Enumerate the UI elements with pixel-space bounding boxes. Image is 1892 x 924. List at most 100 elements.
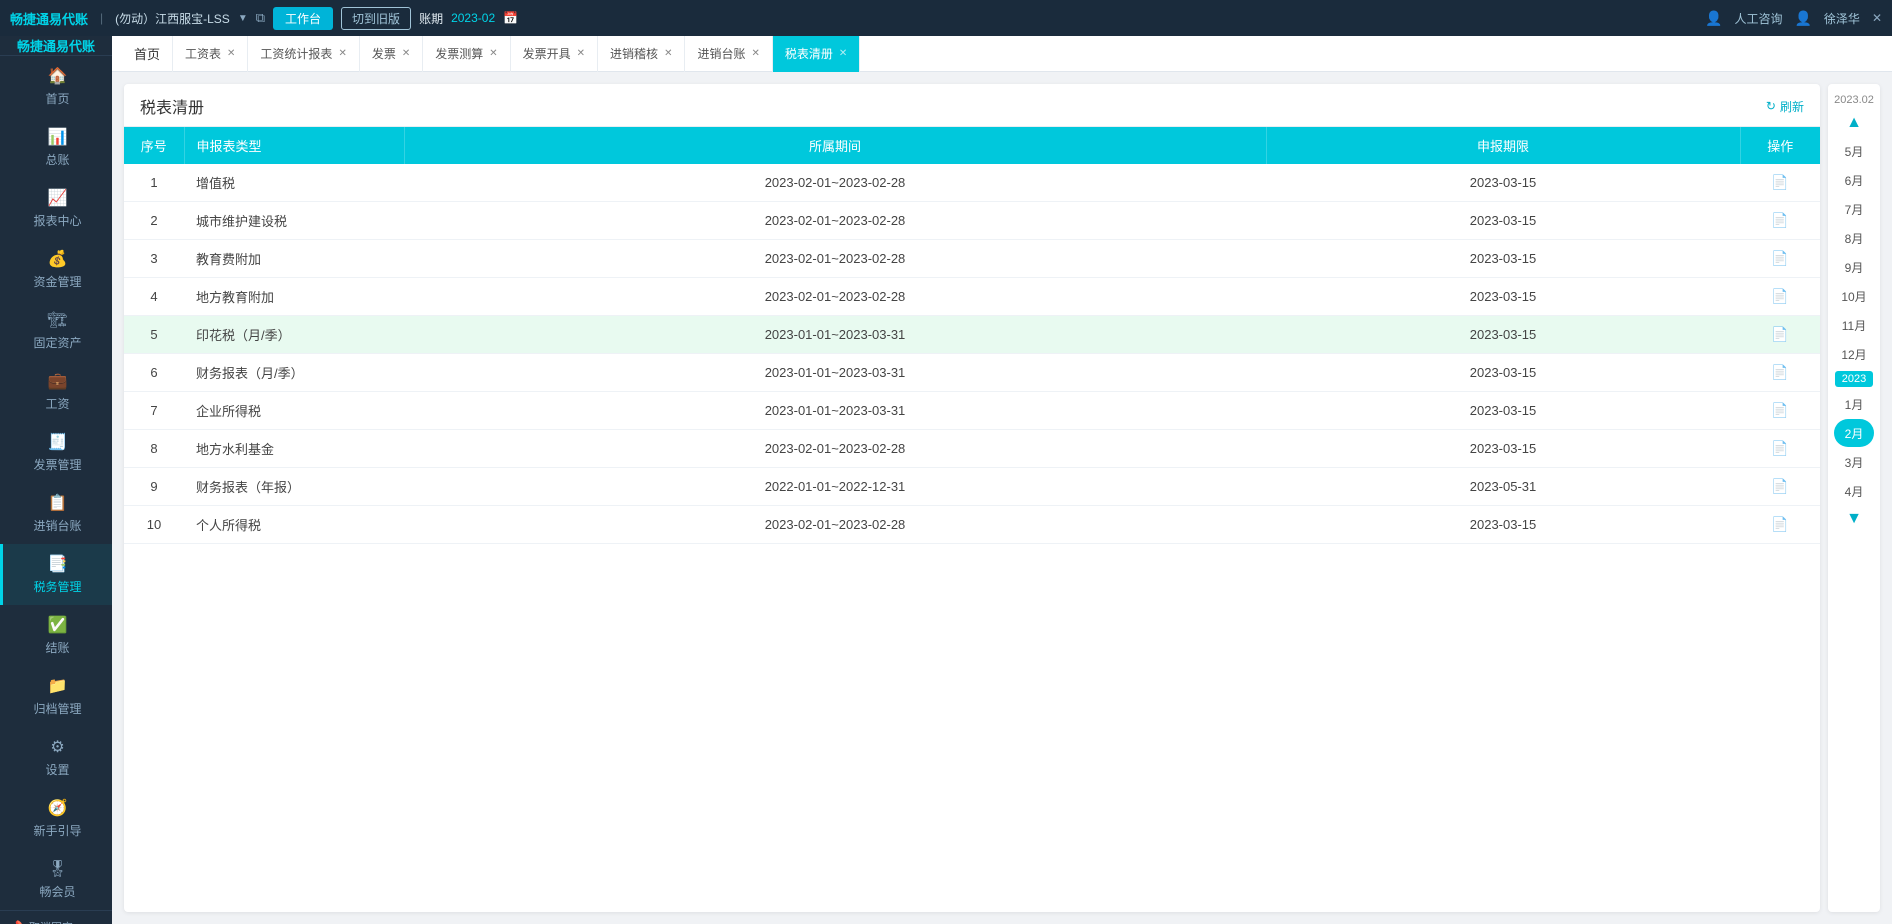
tab-salary-report[interactable]: 工资统计报表 ✕ — [248, 36, 359, 72]
dropdown-icon[interactable]: ▼ — [238, 13, 248, 24]
calendar-icon[interactable]: 📅 — [503, 11, 518, 25]
cell-deadline: 2023-03-15 — [1266, 506, 1740, 544]
cell-period: 2023-02-01~2023-02-28 — [404, 202, 1266, 240]
tab-tax-return-close[interactable]: ✕ — [839, 48, 847, 59]
archive-icon: 📁 — [48, 676, 68, 696]
month-item[interactable]: 4月 — [1834, 477, 1874, 505]
table-row: 3 教育费附加 2023-02-01~2023-02-28 2023-03-15… — [124, 240, 1820, 278]
sidebar-item-archive[interactable]: 📁 归档管理 — [0, 666, 112, 727]
tab-invoice-calc-close[interactable]: ✕ — [489, 48, 497, 59]
settle-icon: ✅ — [48, 615, 68, 635]
month-item[interactable]: 6月 — [1834, 166, 1874, 194]
sidebar-item-guide[interactable]: 🧭 新手引导 — [0, 788, 112, 849]
tab-invoice-calc[interactable]: 发票测算 ✕ — [423, 36, 510, 72]
tab-invoice-label: 发票 — [372, 45, 396, 62]
doc-icon[interactable]: 📄 — [1771, 174, 1788, 190]
table-row: 6 财务报表（月/季） 2023-01-01~2023-03-31 2023-0… — [124, 354, 1820, 392]
sidebar-item-salary[interactable]: 💼 工资 — [0, 361, 112, 422]
sidebar-label-fund: 资金管理 — [33, 273, 81, 290]
tab-invoice-open-close[interactable]: ✕ — [577, 48, 585, 59]
refresh-button[interactable]: ↻ 刷新 — [1766, 98, 1804, 115]
doc-icon[interactable]: 📄 — [1771, 326, 1788, 342]
month-item[interactable]: 5月 — [1834, 137, 1874, 165]
cell-deadline: 2023-03-15 — [1266, 392, 1740, 430]
doc-icon[interactable]: 📄 — [1771, 516, 1788, 532]
page-title: 税表清册 — [140, 94, 204, 118]
sidebar-logo: 畅捷通易代账 — [0, 36, 112, 56]
sidebar-item-settle[interactable]: ✅ 结账 — [0, 605, 112, 666]
month-item[interactable]: 11月 — [1834, 311, 1874, 339]
doc-icon[interactable]: 📄 — [1771, 478, 1788, 494]
doc-icon[interactable]: 📄 — [1771, 250, 1788, 266]
tab-home[interactable]: 首页 — [122, 36, 173, 72]
sidebar-item-invoice[interactable]: 🧾 发票管理 — [0, 422, 112, 483]
tab-salary-close[interactable]: ✕ — [227, 48, 235, 59]
year-badge[interactable]: 2023 — [1835, 371, 1873, 387]
sidebar-item-tax[interactable]: 📑 税务管理 — [0, 544, 112, 605]
doc-icon[interactable]: 📄 — [1771, 364, 1788, 380]
company-name: (勿动）江西服宝-LSS — [115, 10, 230, 27]
unpin-button[interactable]: 📌 取消固定 — [0, 910, 112, 924]
cell-period: 2023-01-01~2023-03-31 — [404, 392, 1266, 430]
sidebar-item-ledger[interactable]: 📊 总账 — [0, 117, 112, 178]
switch-old-button[interactable]: 切到旧版 — [341, 7, 411, 30]
sidebar-label-settings: 设置 — [45, 761, 69, 778]
cell-no: 8 — [124, 430, 184, 468]
nav-down-arrow[interactable]: ▼ — [1842, 506, 1866, 532]
sidebar-item-settings[interactable]: ⚙ 设置 — [0, 727, 112, 788]
month-item[interactable]: 1月 — [1834, 390, 1874, 418]
tab-input-check[interactable]: 进销稽核 ✕ — [598, 36, 685, 72]
cell-type: 城市维护建设税 — [184, 202, 404, 240]
month-item[interactable]: 2月 — [1834, 419, 1874, 447]
sidebar-item-report[interactable]: 📈 报表中心 — [0, 178, 112, 239]
cell-deadline: 2023-03-15 — [1266, 430, 1740, 468]
tab-invoice-open[interactable]: 发票开具 ✕ — [511, 36, 598, 72]
month-item[interactable]: 8月 — [1834, 224, 1874, 252]
sidebar-item-asset[interactable]: 🏗 固定资产 — [0, 300, 112, 361]
tab-invoice-calc-label: 发票测算 — [435, 45, 483, 62]
tab-salary[interactable]: 工资表 ✕ — [173, 36, 248, 72]
cell-no: 1 — [124, 164, 184, 202]
nav-up-arrow[interactable]: ▲ — [1842, 110, 1866, 136]
member-icon: 🎖 — [47, 859, 67, 879]
month-item[interactable]: 9月 — [1834, 253, 1874, 281]
table-row: 10 个人所得税 2023-02-01~2023-02-28 2023-03-1… — [124, 506, 1820, 544]
top-bar-left: 畅捷通易代账 | (勿动）江西服宝-LSS ▼ ⧉ 工作台 切到旧版 账期 20… — [10, 7, 518, 30]
tax-icon: 📑 — [48, 554, 68, 574]
doc-icon[interactable]: 📄 — [1771, 402, 1788, 418]
tab-invoice[interactable]: 发票 ✕ — [360, 36, 423, 72]
month-item[interactable]: 10月 — [1834, 282, 1874, 310]
tab-tax-return-label: 税表清册 — [785, 45, 833, 62]
month-item[interactable]: 12月 — [1834, 340, 1874, 368]
main-layout: 畅捷通易代账 🏠 首页 📊 总账 📈 报表中心 💰 资金管理 🏗 固定资产 💼 … — [0, 36, 1892, 924]
copy-icon[interactable]: ⧉ — [256, 10, 265, 26]
tab-input-check-close[interactable]: ✕ — [664, 48, 672, 59]
month-item[interactable]: 7月 — [1834, 195, 1874, 223]
tab-bar: 首页 工资表 ✕ 工资统计报表 ✕ 发票 ✕ 发票测算 ✕ 发票开具 ✕ — [112, 36, 1892, 72]
username-label[interactable]: 徐泽华 — [1824, 10, 1860, 27]
tab-salary-report-close[interactable]: ✕ — [338, 48, 346, 59]
consult-label[interactable]: 人工咨询 — [1734, 10, 1782, 27]
table-scroll[interactable]: 序号 申报表类型 所属期间 申报期限 操作 1 增值税 2023-02-01~2… — [124, 127, 1820, 912]
sidebar-item-fund[interactable]: 💰 资金管理 — [0, 239, 112, 300]
cell-no: 2 — [124, 202, 184, 240]
doc-icon[interactable]: 📄 — [1771, 212, 1788, 228]
tab-invoice-close[interactable]: ✕ — [402, 48, 410, 59]
sidebar-item-member[interactable]: 🎖 畅会员 — [0, 849, 112, 910]
tab-input-ledger[interactable]: 进销台账 ✕ — [685, 36, 772, 72]
tab-input-ledger-close[interactable]: ✕ — [751, 48, 759, 59]
cell-no: 9 — [124, 468, 184, 506]
sidebar-item-inputtax[interactable]: 📋 进销台账 — [0, 483, 112, 544]
doc-icon[interactable]: 📄 — [1771, 440, 1788, 456]
month-item[interactable]: 3月 — [1834, 448, 1874, 476]
page-content: 税表清册 ↻ 刷新 序号 申报表类型 所属期间 申报期限 — [112, 72, 1892, 924]
workbench-button[interactable]: 工作台 — [273, 7, 333, 30]
tab-input-ledger-label: 进销台账 — [697, 45, 745, 62]
close-icon[interactable]: ✕ — [1872, 11, 1882, 25]
cell-action: 📄 — [1740, 316, 1820, 354]
sidebar-item-home[interactable]: 🏠 首页 — [0, 56, 112, 117]
doc-icon[interactable]: 📄 — [1771, 288, 1788, 304]
cell-type: 增值税 — [184, 164, 404, 202]
tab-tax-return[interactable]: 税表清册 ✕ — [773, 36, 860, 72]
period-value: 2023-02 — [451, 11, 495, 25]
